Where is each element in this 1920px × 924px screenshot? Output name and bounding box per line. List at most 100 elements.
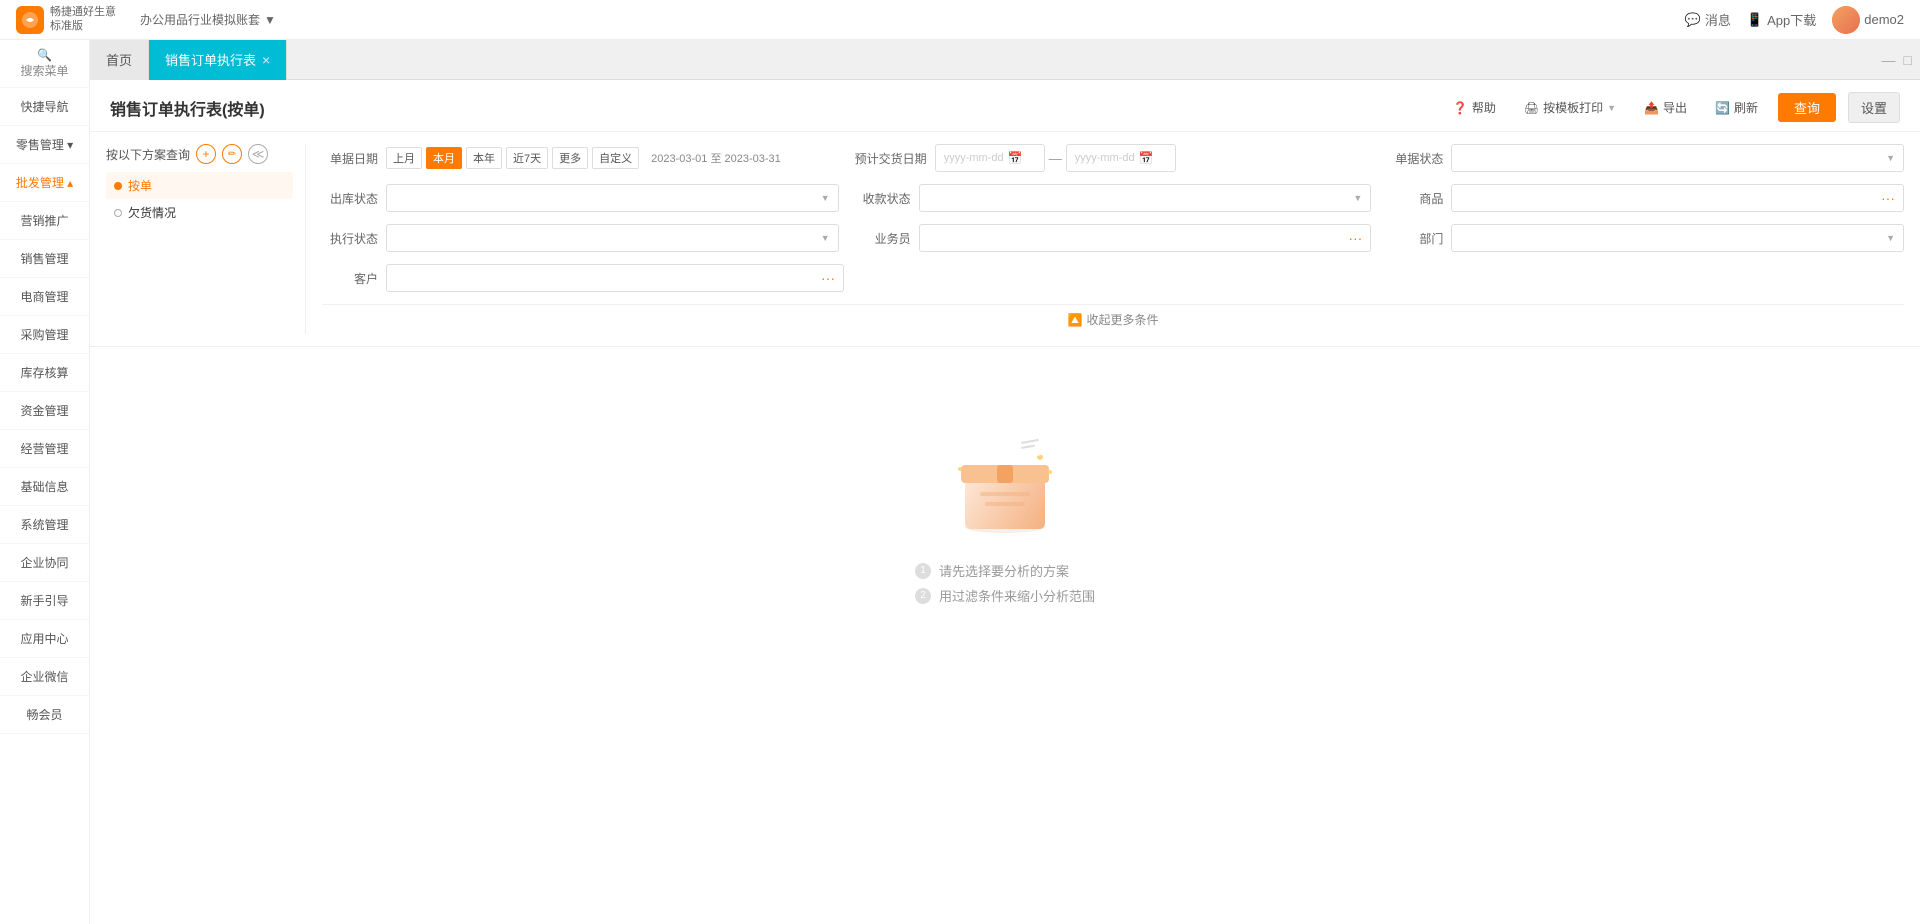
period-last-month[interactable]: 上月	[386, 147, 422, 169]
plan-nav-debt[interactable]: 欠货情况	[106, 199, 293, 226]
customer-select[interactable]: ···	[386, 264, 844, 292]
sidebar-item-inventory[interactable]: 库存核算	[0, 354, 89, 392]
sidebar-item-system[interactable]: 系统管理	[0, 506, 89, 544]
step-2-num: 2	[915, 588, 931, 604]
sidebar-item-appstore[interactable]: 应用中心	[0, 620, 89, 658]
app-selector[interactable]: 办公用品行业模拟账套 ▼	[140, 11, 276, 28]
empty-illustration	[945, 427, 1065, 537]
sidebar-item-ecommerce[interactable]: 电商管理	[0, 278, 89, 316]
filter-row-4: 客户 ···	[322, 264, 1904, 292]
export-button[interactable]: 📤 导出	[1636, 95, 1695, 120]
template-print-button[interactable]: 🖨 按模板打印 ▼	[1516, 95, 1624, 120]
filter-field-single-date: 单据日期 上月 本月 本年 近7天 更多 自定义 2023-03-01 至 20…	[322, 147, 839, 169]
query-button[interactable]: 查询	[1778, 93, 1836, 122]
tab-bar: 首页 销售订单执行表 × — □	[90, 40, 1920, 80]
edit-plan-button[interactable]: ✏	[222, 144, 242, 164]
filter-panel: 按以下方案查询 + ✏ ≪ 按单 欠货情况	[90, 132, 1920, 346]
help-button[interactable]: ❓ 帮助	[1445, 95, 1504, 120]
collapse-row: 🔼 收起更多条件	[322, 304, 1904, 334]
app-download-action[interactable]: 📱 App下载	[1747, 10, 1816, 29]
sidebar-item-basic[interactable]: 基础信息	[0, 468, 89, 506]
collapse-up-icon: 🔼	[1068, 313, 1083, 327]
period-this-month[interactable]: 本月	[426, 147, 462, 169]
tab-home[interactable]: 首页	[90, 40, 149, 80]
message-label: 消息	[1705, 10, 1731, 29]
page-title: 销售订单执行表(按单)	[110, 96, 265, 120]
exec-select[interactable]: ▼	[386, 224, 839, 252]
filter-field-execstatus: 执行状态 ▼	[322, 224, 839, 252]
salesperson-select[interactable]: ···	[919, 224, 1372, 252]
empty-state: 1 请先选择要分析的方案 2 用过滤条件来缩小分析范围	[90, 347, 1920, 691]
outstock-label: 出库状态	[322, 190, 378, 207]
refresh-button[interactable]: 🔄 刷新	[1707, 95, 1766, 120]
period-buttons: 上月 本月 本年 近7天 更多 自定义	[386, 147, 639, 169]
content-area: 首页 销售订单执行表 × — □ 销售订单执行表(按单) ❓ 帮助	[90, 40, 1920, 924]
page-actions: ❓ 帮助 🖨 按模板打印 ▼ 📤 导出 🔄 刷新	[1445, 92, 1900, 123]
sidebar-item-newbie[interactable]: 新手引导	[0, 582, 89, 620]
receipt-select[interactable]: ▼	[919, 184, 1372, 212]
single-date-label: 单据日期	[322, 150, 378, 167]
period-more[interactable]: 更多	[552, 147, 588, 169]
tab-home-label: 首页	[106, 50, 132, 69]
header-right: 💬 消息 📱 App下载 demo2	[1685, 6, 1904, 34]
filter-row-1: 单据日期 上月 本月 本年 近7天 更多 自定义 2023-03-01 至 20…	[322, 144, 1904, 172]
add-plan-button[interactable]: +	[196, 144, 216, 164]
plan-dot-inactive	[114, 209, 122, 217]
single-status-select[interactable]: ▼	[1451, 144, 1904, 172]
message-action[interactable]: 💬 消息	[1685, 10, 1731, 29]
help-icon: ❓	[1453, 101, 1468, 115]
sidebar-item-wholesale[interactable]: 批发管理 ▴	[0, 164, 89, 202]
header-left: 畅捷通好生意 标准版 办公用品行业模拟账套 ▼	[16, 6, 276, 34]
filter-field-goods: 商品 ···	[1387, 184, 1904, 212]
step-1-num: 1	[915, 563, 931, 579]
tab-sales-order[interactable]: 销售订单执行表 ×	[149, 40, 287, 80]
expected-date-from[interactable]: yyyy-mm-dd 📅	[935, 144, 1045, 172]
top-header: 畅捷通好生意 标准版 办公用品行业模拟账套 ▼ 💬 消息 📱 App下载 dem…	[0, 0, 1920, 40]
period-custom[interactable]: 自定义	[592, 147, 639, 169]
empty-steps: 1 请先选择要分析的方案 2 用过滤条件来缩小分析范围	[915, 561, 1095, 611]
calendar-from-icon[interactable]: 📅	[1008, 151, 1023, 165]
plan-dot-active	[114, 182, 122, 190]
expected-date-to[interactable]: yyyy-mm-dd 📅	[1066, 144, 1176, 172]
collapse-button[interactable]: 🔼 收起更多条件	[1068, 311, 1159, 328]
tab-close-icon[interactable]: ×	[262, 52, 270, 68]
department-label: 部门	[1387, 230, 1443, 247]
outstock-select[interactable]: ▼	[386, 184, 839, 212]
calendar-to-icon[interactable]: 📅	[1139, 151, 1154, 165]
sidebar-item-retail[interactable]: 零售管理 ▾	[0, 126, 89, 164]
message-icon: 💬	[1685, 12, 1701, 28]
period-last7days[interactable]: 近7天	[506, 147, 548, 169]
search-icon: 🔍	[37, 48, 52, 62]
sidebar-item-sales[interactable]: 销售管理	[0, 240, 89, 278]
sidebar-item-purchase[interactable]: 采购管理	[0, 316, 89, 354]
department-select[interactable]: ▼	[1451, 224, 1904, 252]
logo-text: 畅捷通好生意 标准版	[50, 6, 116, 32]
sidebar-item-marketing[interactable]: 营销推广	[0, 202, 89, 240]
sidebar-item-enterprise[interactable]: 企业协同	[0, 544, 89, 582]
goods-more-icon[interactable]: ···	[1881, 190, 1895, 206]
sidebar-item-finance[interactable]: 资金管理	[0, 392, 89, 430]
sidebar-item-wechat[interactable]: 企业微信	[0, 658, 89, 696]
tab-maximize-btn[interactable]: □	[1904, 52, 1912, 68]
sidebar-item-member[interactable]: 畅会员	[0, 696, 89, 734]
goods-select[interactable]: ···	[1451, 184, 1904, 212]
sidebar-item-operations[interactable]: 经营管理	[0, 430, 89, 468]
plan-nav-order[interactable]: 按单	[106, 172, 293, 199]
user-action[interactable]: demo2	[1832, 6, 1904, 34]
customer-more-icon[interactable]: ···	[821, 270, 835, 286]
print-icon: 🖨	[1524, 101, 1539, 115]
settings-button[interactable]: 设置	[1848, 92, 1900, 123]
page-header: 销售订单执行表(按单) ❓ 帮助 🖨 按模板打印 ▼ 📤 导出	[90, 80, 1920, 132]
sidebar-search[interactable]: 🔍 搜索菜单	[0, 40, 89, 88]
empty-step-2: 2 用过滤条件来缩小分析范围	[915, 586, 1095, 605]
app-selector-chevron: ▼	[264, 13, 276, 27]
outstock-chevron: ▼	[821, 193, 830, 203]
single-status-label: 单据状态	[1387, 150, 1443, 167]
filter-field-salesperson: 业务员 ···	[855, 224, 1372, 252]
period-this-year[interactable]: 本年	[466, 147, 502, 169]
collapse-plan-button[interactable]: ≪	[248, 144, 268, 164]
salesperson-more-icon[interactable]: ···	[1348, 230, 1362, 246]
sidebar-item-quicknav[interactable]: 快捷导航	[0, 88, 89, 126]
tab-minimize-btn[interactable]: —	[1882, 52, 1896, 68]
logo-icon	[16, 6, 44, 34]
